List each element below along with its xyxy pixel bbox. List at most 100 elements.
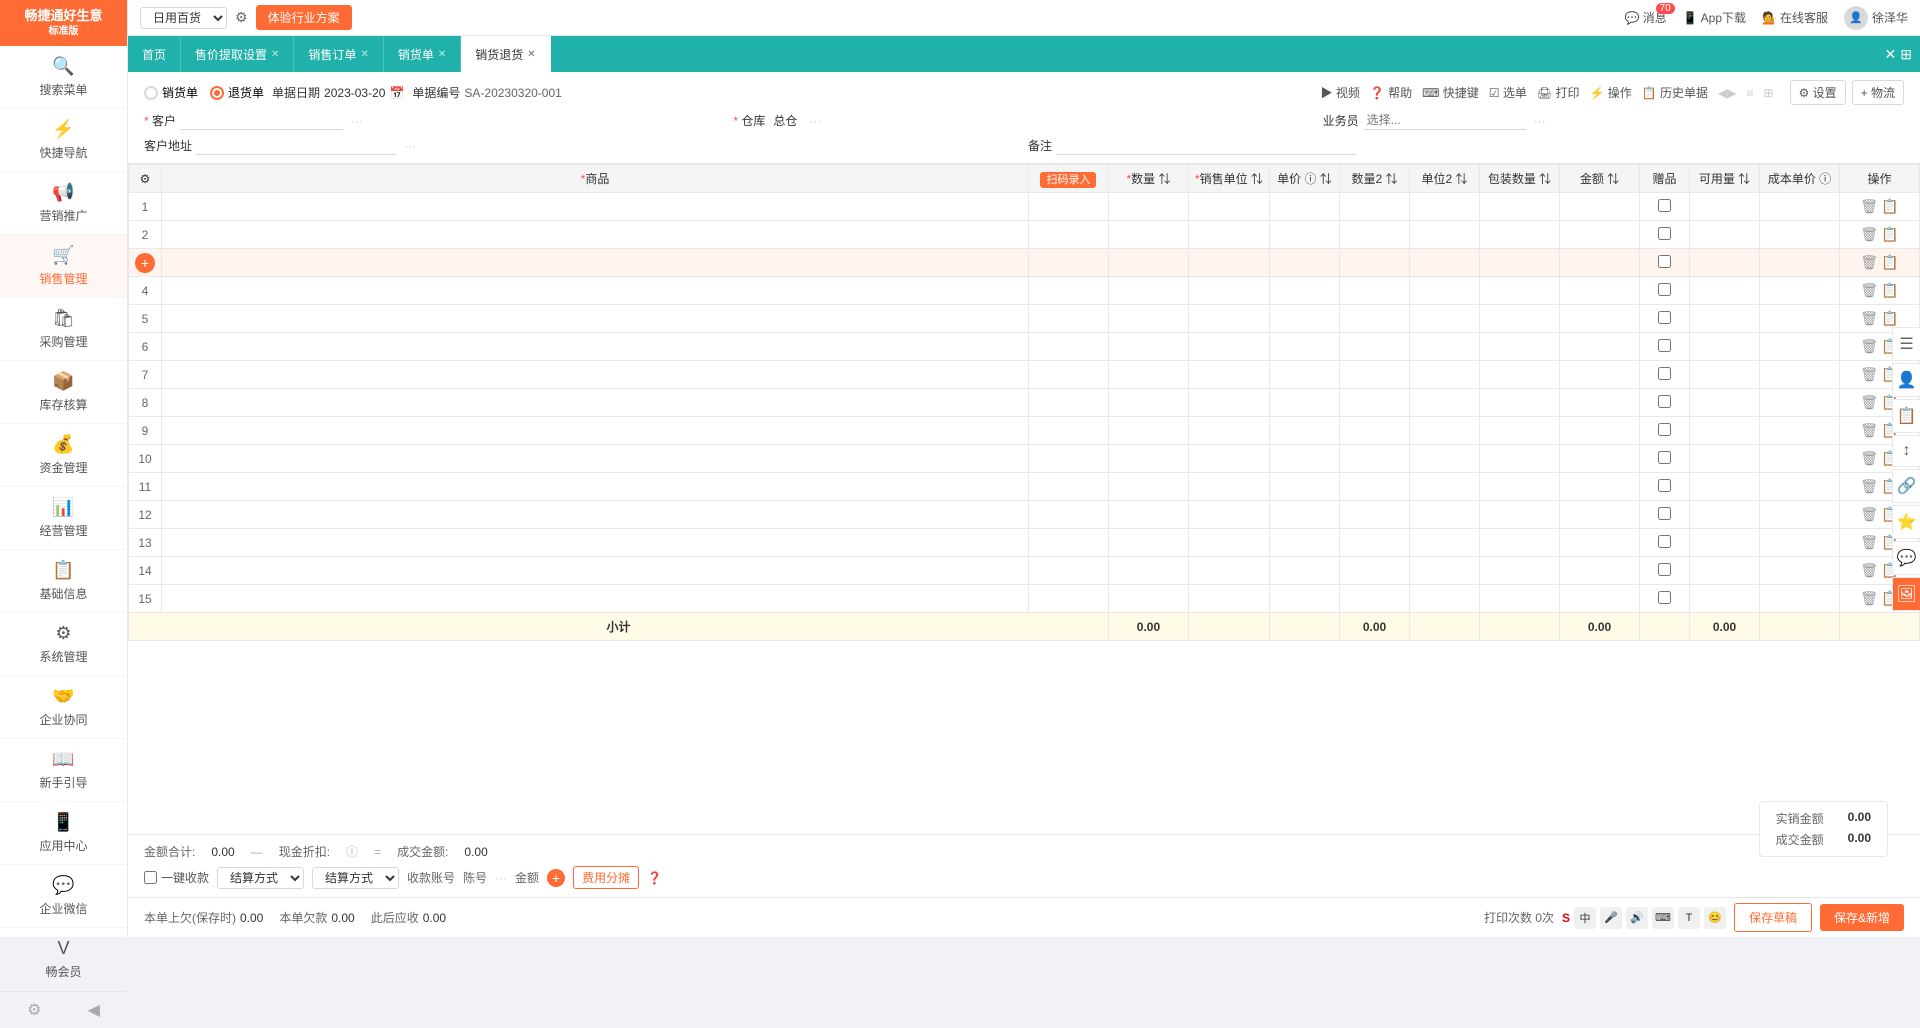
gift-checkbox[interactable] (1658, 507, 1671, 520)
qty-cell[interactable] (1108, 501, 1188, 529)
pkg-cell[interactable] (1480, 585, 1560, 613)
unit-cell[interactable] (1188, 333, 1269, 361)
delete-row-btn[interactable]: 🗑 (1860, 450, 1878, 466)
qty2-cell[interactable] (1340, 473, 1410, 501)
qty2-cell[interactable] (1340, 221, 1410, 249)
product-cell[interactable] (162, 221, 1029, 249)
save-new-btn[interactable]: 保存&新增 (1820, 904, 1904, 931)
product-cell[interactable] (162, 361, 1029, 389)
remark-input[interactable] (1056, 136, 1356, 155)
toolbar-select[interactable]: ☑ 选单 (1489, 84, 1527, 101)
copy-row-btn[interactable]: 📋 (1881, 226, 1898, 242)
qty-cell[interactable] (1108, 389, 1188, 417)
toolbar-print[interactable]: 🖨 打印 (1537, 84, 1580, 101)
calendar-icon[interactable]: 📅 (389, 86, 404, 100)
staff-input[interactable] (1363, 111, 1526, 130)
float-btn-8[interactable]: 🖼 (1892, 577, 1920, 611)
th-gear[interactable]: ⚙ (129, 165, 162, 193)
price-cell[interactable] (1270, 305, 1340, 333)
price-cell[interactable] (1270, 473, 1340, 501)
unit-cell[interactable] (1188, 221, 1269, 249)
price-cell[interactable] (1270, 193, 1340, 221)
toolbar-video[interactable]: ▶ 视频 (1321, 84, 1360, 101)
amount-cell[interactable] (1560, 417, 1640, 445)
save-draft-btn[interactable]: 保存草稿 (1734, 903, 1812, 932)
unit-cell[interactable] (1188, 501, 1269, 529)
unit-cell[interactable] (1188, 417, 1269, 445)
pkg-cell[interactable] (1480, 333, 1560, 361)
unit-cell[interactable] (1188, 529, 1269, 557)
product-cell[interactable] (162, 389, 1029, 417)
product-cell[interactable] (162, 501, 1029, 529)
unit2-cell[interactable] (1410, 193, 1480, 221)
delete-row-btn[interactable]: 🗑 (1860, 478, 1878, 494)
amount-cell[interactable] (1560, 333, 1640, 361)
float-btn-2[interactable]: 👤 (1892, 363, 1920, 397)
gear-icon[interactable]: ⚙ (235, 9, 248, 26)
unit-cell[interactable] (1188, 445, 1269, 473)
unit2-cell[interactable] (1410, 501, 1480, 529)
gift-checkbox[interactable] (1658, 367, 1671, 380)
sidebar-collapse-btn[interactable]: ◀ (88, 1000, 100, 1020)
gift-cell[interactable] (1640, 417, 1690, 445)
sidebar-item-搜索菜单[interactable]: 🔍搜索菜单 (0, 46, 127, 109)
account-method-select[interactable]: 结算方式 (312, 867, 399, 889)
address-select-btn[interactable]: ··· (404, 139, 416, 153)
qty2-cell[interactable] (1340, 445, 1410, 473)
sidebar-item-基础信息[interactable]: 📋基础信息 (0, 550, 127, 613)
unit2-cell[interactable] (1410, 445, 1480, 473)
float-btn-4[interactable]: ↕ (1892, 435, 1920, 467)
unit2-cell[interactable] (1410, 529, 1480, 557)
sidebar-item-经营管理[interactable]: 📊经营管理 (0, 487, 127, 550)
gift-cell[interactable] (1640, 501, 1690, 529)
float-btn-5[interactable]: 🔗 (1892, 469, 1920, 503)
staff-select-btn[interactable]: ··· (1534, 114, 1546, 128)
gift-cell[interactable] (1640, 445, 1690, 473)
delete-row-btn[interactable]: 🗑 (1860, 562, 1878, 578)
qty-cell[interactable] (1108, 333, 1188, 361)
sidebar-item-应用中心[interactable]: 📱应用中心 (0, 802, 127, 865)
sidebar-item-营销推广[interactable]: 📢营销推广 (0, 172, 127, 235)
gift-cell[interactable] (1640, 193, 1690, 221)
qty-cell[interactable] (1108, 305, 1188, 333)
gift-checkbox[interactable] (1658, 563, 1671, 576)
amount-cell[interactable] (1560, 501, 1640, 529)
add-payment-btn[interactable]: + (547, 869, 565, 887)
warehouse-select-btn[interactable]: ··· (809, 114, 821, 128)
customer-input[interactable] (180, 111, 343, 130)
expand-tabs-btn[interactable]: ⊞ (1900, 46, 1912, 63)
amount-cell[interactable] (1560, 361, 1640, 389)
qty-cell[interactable] (1108, 417, 1188, 445)
qty2-cell[interactable] (1340, 277, 1410, 305)
scan-btn[interactable]: 扫码录入 (1040, 172, 1096, 188)
online-service-btn[interactable]: 💁 在线客服 (1762, 9, 1828, 26)
pkg-cell[interactable] (1480, 221, 1560, 249)
ime-mic[interactable]: 🎤 (1600, 907, 1622, 929)
unit2-cell[interactable] (1410, 585, 1480, 613)
pkg-cell[interactable] (1480, 529, 1560, 557)
product-cell[interactable] (162, 529, 1029, 557)
toolbar-history[interactable]: 📋 历史单据 (1642, 84, 1708, 101)
unit-cell[interactable] (1188, 473, 1269, 501)
unit2-cell[interactable] (1410, 389, 1480, 417)
price-cell[interactable] (1270, 445, 1340, 473)
user-menu[interactable]: 👤 徐泽华 (1844, 6, 1908, 30)
amount-cell[interactable] (1560, 389, 1640, 417)
price-cell[interactable] (1270, 501, 1340, 529)
unit-cell[interactable] (1188, 557, 1269, 585)
unit-cell[interactable] (1188, 305, 1269, 333)
amount-cell[interactable] (1560, 249, 1640, 277)
gift-cell[interactable] (1640, 221, 1690, 249)
ime-zh[interactable]: 中 (1574, 907, 1596, 929)
unit2-cell[interactable] (1410, 333, 1480, 361)
pkg-cell[interactable] (1480, 389, 1560, 417)
unit-cell[interactable] (1188, 193, 1269, 221)
gift-checkbox[interactable] (1658, 339, 1671, 352)
product-cell[interactable] (162, 277, 1029, 305)
qty2-cell[interactable] (1340, 389, 1410, 417)
gift-checkbox[interactable] (1658, 227, 1671, 240)
delete-row-btn[interactable]: 🗑 (1860, 282, 1878, 298)
unit-cell[interactable] (1188, 585, 1269, 613)
gift-cell[interactable] (1640, 361, 1690, 389)
gift-checkbox[interactable] (1658, 199, 1671, 212)
